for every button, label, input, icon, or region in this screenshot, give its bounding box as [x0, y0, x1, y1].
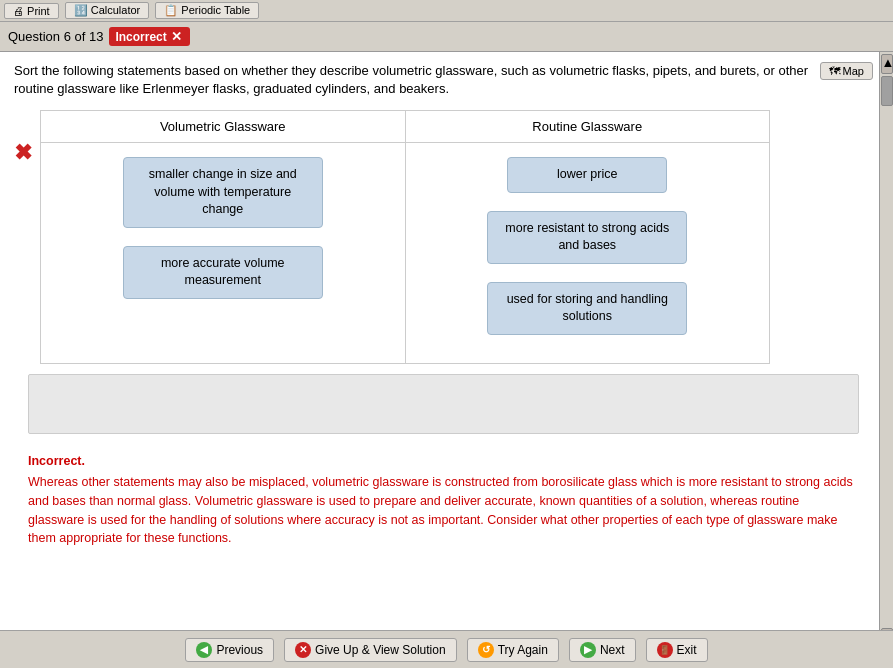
feedback-container: Incorrect. Whereas other statements may …	[14, 444, 873, 556]
give-up-button[interactable]: ✕ Give Up & View Solution	[284, 638, 457, 662]
sort-table: Volumetric Glassware smaller change in s…	[40, 110, 770, 364]
item-resistant-acids[interactable]: more resistant to strong acids and bases	[487, 211, 687, 264]
item-accurate-volume[interactable]: more accurate volume measurement	[123, 246, 323, 299]
routine-header: Routine Glassware	[406, 111, 770, 143]
next-button[interactable]: ▶ Next	[569, 638, 636, 662]
bottom-toolbar: ◀ Previous ✕ Give Up & View Solution ↺ T…	[0, 630, 893, 668]
routine-body: lower price more resistant to strong aci…	[406, 143, 770, 363]
main-content: Sort the following statements based on w…	[0, 52, 893, 650]
scrollbar[interactable]: ▲ ▼	[879, 52, 893, 650]
volumetric-header: Volumetric Glassware	[41, 111, 405, 143]
instructions-text: Sort the following statements based on w…	[14, 63, 808, 96]
question-bar: Question 6 of 13 Incorrect ✕	[0, 22, 893, 52]
map-button[interactable]: 🗺 Map	[820, 62, 873, 80]
print-button[interactable]: 🖨 Print	[4, 3, 59, 19]
previous-button[interactable]: ◀ Previous	[185, 638, 274, 662]
scroll-up-arrow[interactable]: ▲	[881, 54, 893, 74]
calculator-button[interactable]: 🔢 Calculator	[65, 2, 150, 19]
drop-zone	[28, 374, 859, 434]
feedback-body: Whereas other statements may also be mis…	[28, 473, 859, 548]
sort-table-container: ✖ Volumetric Glassware smaller change in…	[14, 110, 873, 364]
close-badge-button[interactable]: ✕	[171, 29, 182, 44]
previous-label: Previous	[216, 643, 263, 657]
feedback-title: Incorrect.	[28, 452, 859, 471]
give-up-icon: ✕	[295, 642, 311, 658]
routine-column: Routine Glassware lower price more resis…	[406, 111, 770, 363]
status-badge: Incorrect ✕	[109, 27, 189, 46]
question-label: Question 6 of 13	[8, 29, 103, 44]
item-storing-solutions[interactable]: used for storing and handling solutions	[487, 282, 687, 335]
exit-label: Exit	[677, 643, 697, 657]
previous-icon: ◀	[196, 642, 212, 658]
volumetric-column: Volumetric Glassware smaller change in s…	[41, 111, 406, 363]
top-toolbar: 🖨 Print 🔢 Calculator 📋 Periodic Table	[0, 0, 893, 22]
incorrect-x-icon: ✖	[14, 140, 32, 166]
try-again-icon: ↺	[478, 642, 494, 658]
next-label: Next	[600, 643, 625, 657]
try-again-button[interactable]: ↺ Try Again	[467, 638, 559, 662]
map-label: Map	[843, 65, 864, 77]
map-icon: 🗺	[829, 65, 840, 77]
item-lower-price[interactable]: lower price	[507, 157, 667, 193]
volumetric-body: smaller change in size and volume with t…	[41, 143, 405, 363]
instructions-container: Sort the following statements based on w…	[14, 62, 873, 98]
next-icon: ▶	[580, 642, 596, 658]
status-label: Incorrect	[115, 30, 166, 44]
periodic-table-button[interactable]: 📋 Periodic Table	[155, 2, 259, 19]
try-again-label: Try Again	[498, 643, 548, 657]
item-smaller-change[interactable]: smaller change in size and volume with t…	[123, 157, 323, 228]
scroll-thumb[interactable]	[881, 76, 893, 106]
exit-icon: 🚪	[657, 642, 673, 658]
give-up-label: Give Up & View Solution	[315, 643, 446, 657]
exit-button[interactable]: 🚪 Exit	[646, 638, 708, 662]
